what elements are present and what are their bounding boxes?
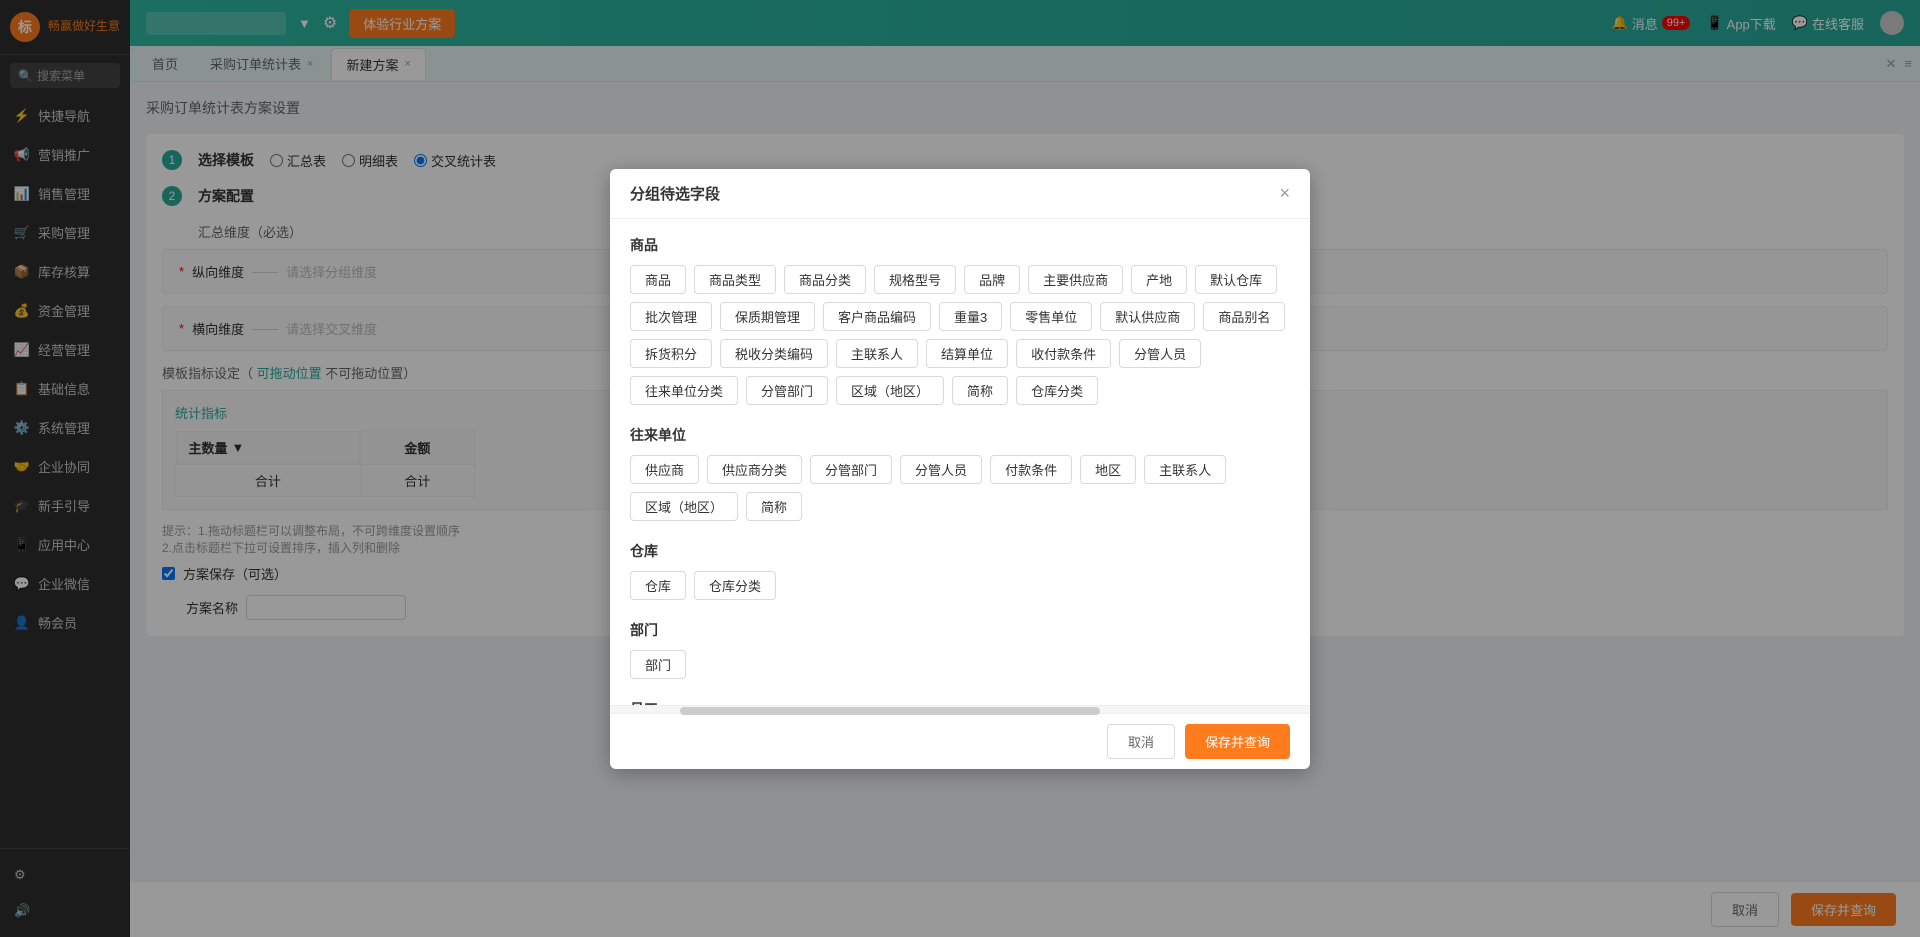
modal-confirm-btn[interactable]: 保存并查询 [1185,724,1290,759]
field-tag[interactable]: 简称 [746,492,802,521]
modal-body: 商品商品商品类型商品分类规格型号品牌主要供应商产地默认仓库批次管理保质期管理客户… [610,219,1310,706]
field-tag[interactable]: 部门 [630,650,686,679]
field-tag[interactable]: 默认仓库 [1195,265,1277,294]
field-tag[interactable]: 往来单位分类 [630,376,738,405]
field-tag[interactable]: 付款条件 [990,455,1072,484]
field-section-partner: 往来单位供应商供应商分类分管部门分管人员付款条件地区主联系人区域（地区） 简称 [630,425,1290,521]
modal-horizontal-scrollbar[interactable] [610,705,1310,712]
field-section-title-goods: 商品 [630,235,1290,255]
field-tag[interactable]: 供应商分类 [707,455,802,484]
field-tag[interactable]: 零售单位 [1010,302,1092,331]
field-tag[interactable]: 默认供应商 [1100,302,1195,331]
field-tag[interactable]: 保质期管理 [720,302,815,331]
modal-hscroll-thumb [680,707,1100,715]
field-tag[interactable]: 仓库分类 [1016,376,1098,405]
field-tag[interactable]: 分管人员 [1119,339,1201,368]
field-tag[interactable]: 商品类型 [694,265,776,294]
field-tag[interactable]: 税收分类编码 [720,339,828,368]
field-tag[interactable]: 主联系人 [836,339,918,368]
field-tag[interactable]: 商品分类 [784,265,866,294]
field-tags-partner: 供应商供应商分类分管部门分管人员付款条件地区主联系人区域（地区） 简称 [630,455,1290,521]
field-tag[interactable]: 简称 [952,376,1008,405]
field-tags-warehouse: 仓库仓库分类 [630,571,1290,600]
field-section-goods: 商品商品商品类型商品分类规格型号品牌主要供应商产地默认仓库批次管理保质期管理客户… [630,235,1290,405]
field-section-title-department: 部门 [630,620,1290,640]
field-tag[interactable]: 仓库分类 [694,571,776,600]
field-tag[interactable]: 拆货积分 [630,339,712,368]
field-tag[interactable]: 重量3 [939,302,1002,331]
field-tag[interactable]: 仓库 [630,571,686,600]
field-tag[interactable]: 客户商品编码 [823,302,931,331]
field-section-title-staff: 员工 [630,699,1290,706]
field-tag[interactable]: 商品别名 [1203,302,1285,331]
field-tag[interactable]: 结算单位 [926,339,1008,368]
field-tag[interactable]: 分管人员 [900,455,982,484]
field-tag[interactable]: 分管部门 [810,455,892,484]
field-tag[interactable]: 主要供应商 [1028,265,1123,294]
field-tag[interactable]: 区域（地区） [836,376,944,405]
field-section-title-partner: 往来单位 [630,425,1290,445]
modal-overlay: 分组待选字段 × 商品商品商品类型商品分类规格型号品牌主要供应商产地默认仓库批次… [0,0,1920,937]
field-section-department: 部门部门 [630,620,1290,679]
field-tag[interactable]: 主联系人 [1144,455,1226,484]
modal-cancel-btn[interactable]: 取消 [1107,724,1175,759]
field-tags-department: 部门 [630,650,1290,679]
field-tag[interactable]: 规格型号 [874,265,956,294]
modal: 分组待选字段 × 商品商品商品类型商品分类规格型号品牌主要供应商产地默认仓库批次… [610,169,1310,769]
field-tag[interactable]: 地区 [1080,455,1136,484]
modal-footer: 取消 保存并查询 [610,713,1310,769]
field-tag[interactable]: 收付款条件 [1016,339,1111,368]
field-tag[interactable]: 供应商 [630,455,699,484]
field-tag[interactable]: 分管部门 [746,376,828,405]
modal-close-btn[interactable]: × [1279,183,1290,204]
modal-header: 分组待选字段 × [610,169,1310,219]
field-tag[interactable]: 批次管理 [630,302,712,331]
field-section-title-warehouse: 仓库 [630,541,1290,561]
field-tag[interactable]: 产地 [1131,265,1187,294]
field-tag[interactable]: 商品 [630,265,686,294]
field-tags-goods: 商品商品类型商品分类规格型号品牌主要供应商产地默认仓库批次管理保质期管理客户商品… [630,265,1290,405]
field-tag[interactable]: 区域（地区） [630,492,738,521]
modal-title: 分组待选字段 [630,183,720,204]
field-section-staff: 员工业务员 [630,699,1290,706]
field-tag[interactable]: 品牌 [964,265,1020,294]
field-section-warehouse: 仓库仓库仓库分类 [630,541,1290,600]
